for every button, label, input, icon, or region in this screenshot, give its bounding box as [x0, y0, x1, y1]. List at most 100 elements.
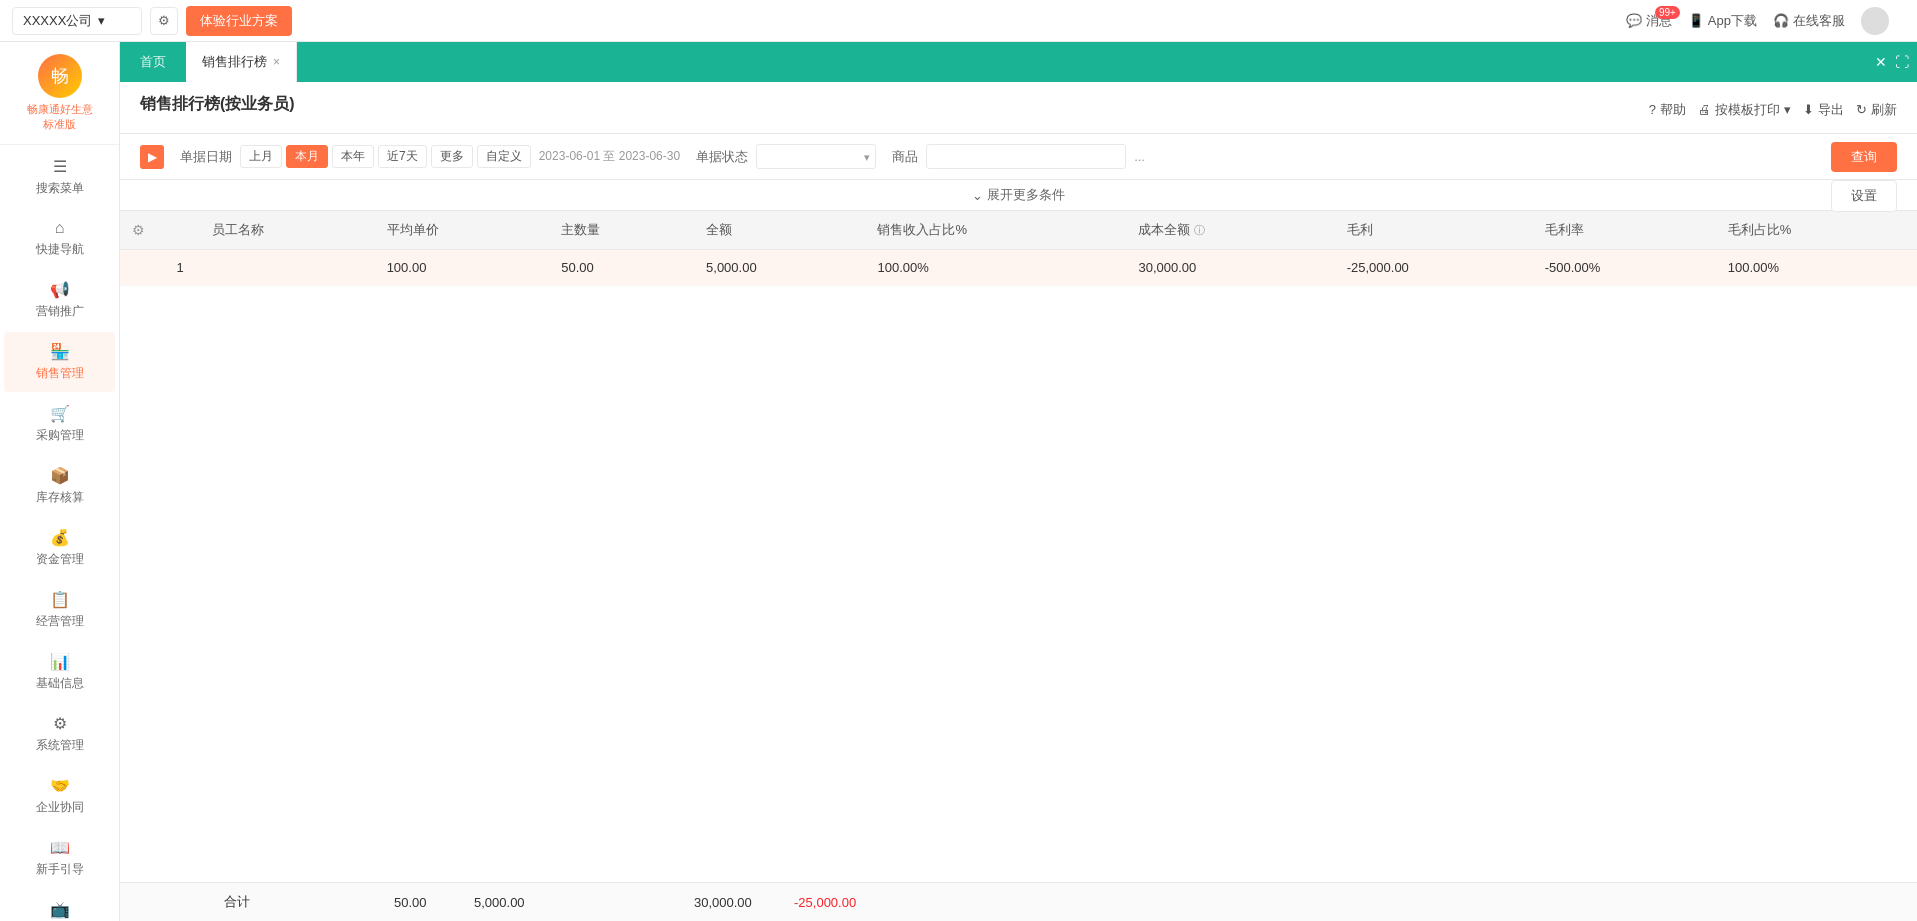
th-gross-ratio: 毛利占比%: [1716, 211, 1917, 250]
footer-row: 合计 50.00 5,000.00 30,000.00 -25,000.00: [120, 882, 1917, 921]
sidebar-label-8: 基础信息: [36, 675, 84, 692]
print-label: 按模板打印: [1715, 101, 1780, 119]
export-btn[interactable]: ⬇ 导出: [1803, 101, 1844, 119]
footer-amount: 5,000.00: [462, 895, 562, 910]
sidebar-item-4[interactable]: 🛒 采购管理: [4, 394, 115, 454]
more-date-btn[interactable]: 更多: [431, 145, 473, 168]
message-btn[interactable]: 💬 消息 99+: [1626, 12, 1672, 30]
date-filter-section: 单据日期 上月 本月 本年 近7天 更多 自定义 2023-06-01 至 20…: [180, 145, 680, 168]
sidebar-icon-4: 🛒: [50, 404, 70, 423]
tab-home[interactable]: 首页: [120, 42, 186, 82]
this-year-btn[interactable]: 本年: [332, 145, 374, 168]
td-avg-price: 100.00: [375, 250, 550, 286]
export-icon: ⬇: [1803, 102, 1814, 117]
th-avg-price: 平均单价: [375, 211, 550, 250]
main-area: 畅 畅康通好生意 标准版 ☰搜索菜单 ⌂ 快捷导航 📢营销推广 🏪 销售管理 🛒 采购管理 📦 库…: [0, 42, 1917, 921]
sidebar-item-3[interactable]: 🏪 销售管理: [4, 332, 115, 392]
td-gross: -25,000.00: [1335, 250, 1533, 286]
tab-expand-icon[interactable]: ⛶: [1895, 54, 1909, 70]
sidebar-icon-6: 💰: [50, 528, 70, 547]
td-sales-ratio: 100.00%: [865, 250, 1126, 286]
data-table: ⚙ 员工名称 平均单价 主数量 全额 销售收入占比% 成本全额 ⓘ 毛利 毛利率: [120, 211, 1917, 286]
goods-input[interactable]: [926, 144, 1126, 169]
last7-btn[interactable]: 近7天: [378, 145, 427, 168]
sidebar-icon-7: 📋: [50, 590, 70, 609]
sidebar-item-8[interactable]: 📊 基础信息: [4, 642, 115, 702]
company-name: XXXXX公司: [23, 12, 92, 30]
tab-sales-ranking[interactable]: 销售排行榜 ×: [186, 42, 297, 82]
th-rank: [160, 211, 200, 250]
page-header-row: 销售排行榜(按业务员) ? 帮助 🖨 按模板打印 ▾: [140, 94, 1897, 125]
expand-more-btn[interactable]: ⌄ 展开更多条件: [972, 186, 1065, 204]
sidebar-label-6: 资金管理: [36, 551, 84, 568]
refresh-btn[interactable]: ↻ 刷新: [1856, 101, 1897, 119]
sidebar-label-1: 快捷导航: [36, 241, 84, 258]
expand-down-icon: ⌄: [972, 188, 983, 203]
sidebar-item-7[interactable]: 📋经营管理: [4, 580, 115, 640]
sidebar-label-11: 新手引导: [36, 861, 84, 878]
top-bar-right: 💬 消息 99+ 📱 App下载 🎧 在线客服: [1626, 7, 1905, 35]
td-amount: 5,000.00: [694, 250, 865, 286]
help-btn[interactable]: ? 帮助: [1649, 101, 1686, 119]
this-month-btn[interactable]: 本月: [286, 145, 328, 168]
sidebar-logo: 畅 畅康通好生意 标准版: [0, 42, 119, 145]
custom-date-btn[interactable]: 自定义: [477, 145, 531, 168]
sidebar-item-10[interactable]: 🤝 企业协同: [4, 766, 115, 826]
company-selector[interactable]: XXXXX公司 ▾: [12, 7, 142, 35]
sidebar-item-1[interactable]: ⌂ 快捷导航: [4, 209, 115, 268]
tab-close-icon[interactable]: ×: [273, 55, 280, 69]
tab-close-window-icon[interactable]: ✕: [1875, 54, 1887, 70]
td-name: [200, 250, 375, 286]
td-rank: 1: [160, 250, 200, 286]
settings-btn[interactable]: 设置: [1831, 180, 1897, 212]
sidebar-item-6[interactable]: 💰 资金管理: [4, 518, 115, 578]
status-select-wrapper: [756, 144, 876, 169]
sidebar-label-0: 搜索菜单: [36, 180, 84, 197]
sidebar-label-10: 企业协同: [36, 799, 84, 816]
th-name: 员工名称: [200, 211, 375, 250]
sidebar-item-5[interactable]: 📦 库存核算: [4, 456, 115, 516]
online-service-btn[interactable]: 🎧 在线客服: [1773, 12, 1845, 30]
app-download-btn[interactable]: 📱 App下载: [1688, 12, 1757, 30]
sidebar-icon-1: ⌂: [55, 219, 65, 237]
refresh-label: 刷新: [1871, 101, 1897, 119]
footer-cost: 30,000.00: [682, 895, 782, 910]
message-badge: 99+: [1655, 6, 1680, 19]
sidebar-item-0[interactable]: ☰搜索菜单: [4, 147, 115, 207]
settings-col-icon[interactable]: ⚙: [132, 222, 145, 238]
sidebar-item-2[interactable]: 📢营销推广: [4, 270, 115, 330]
print-btn[interactable]: 🖨 按模板打印 ▾: [1698, 101, 1791, 119]
settings-icon-btn[interactable]: ⚙: [150, 7, 178, 35]
query-btn[interactable]: 查询: [1831, 142, 1897, 172]
status-select[interactable]: [756, 144, 876, 169]
sidebar-label-5: 库存核算: [36, 489, 84, 506]
footer-qty: 50.00: [382, 895, 462, 910]
sidebar-item-11[interactable]: 📖新手引导: [4, 828, 115, 888]
sidebar-icon-10: 🤝: [50, 776, 70, 795]
sidebar-icon-5: 📦: [50, 466, 70, 485]
sidebar-icon-8: 📊: [50, 652, 70, 671]
cost-info-icon[interactable]: ⓘ: [1194, 224, 1205, 236]
content-area: 首页 销售排行榜 × ✕ ⛶ 销售排行榜(按业务员): [120, 42, 1917, 921]
filter-collapse-btn[interactable]: ▶: [140, 145, 164, 169]
date-quick-btns: 上月 本月 本年 近7天 更多 自定义: [240, 145, 531, 168]
gear-icon: ⚙: [158, 13, 170, 28]
sidebar-label-3: 销售管理: [36, 365, 84, 382]
td-qty: 50.00: [549, 250, 694, 286]
avatar[interactable]: [1861, 7, 1889, 35]
headset-icon: 🎧: [1773, 13, 1789, 28]
online-service-label: 在线客服: [1793, 12, 1845, 30]
footer-gross: -25,000.00: [782, 895, 882, 910]
table-container: ⚙ 员工名称 平均单价 主数量 全额 销售收入占比% 成本全额 ⓘ 毛利 毛利率: [120, 211, 1917, 882]
goods-filter-label: 商品: [892, 148, 918, 166]
tab-bar-right: ✕ ⛶: [1875, 54, 1917, 70]
trial-btn[interactable]: 体验行业方案: [186, 6, 292, 36]
prev-month-btn[interactable]: 上月: [240, 145, 282, 168]
sidebar-item-12[interactable]: 📺应用中心: [4, 890, 115, 921]
sidebar-item-9[interactable]: ⚙系统管理: [4, 704, 115, 764]
chevron-down-icon: ▾: [98, 13, 105, 28]
goods-more-icon[interactable]: ...: [1134, 149, 1145, 164]
sidebar-label-4: 采购管理: [36, 427, 84, 444]
logo-icon: 畅: [38, 54, 82, 98]
sidebar-icon-3: 🏪: [50, 342, 70, 361]
